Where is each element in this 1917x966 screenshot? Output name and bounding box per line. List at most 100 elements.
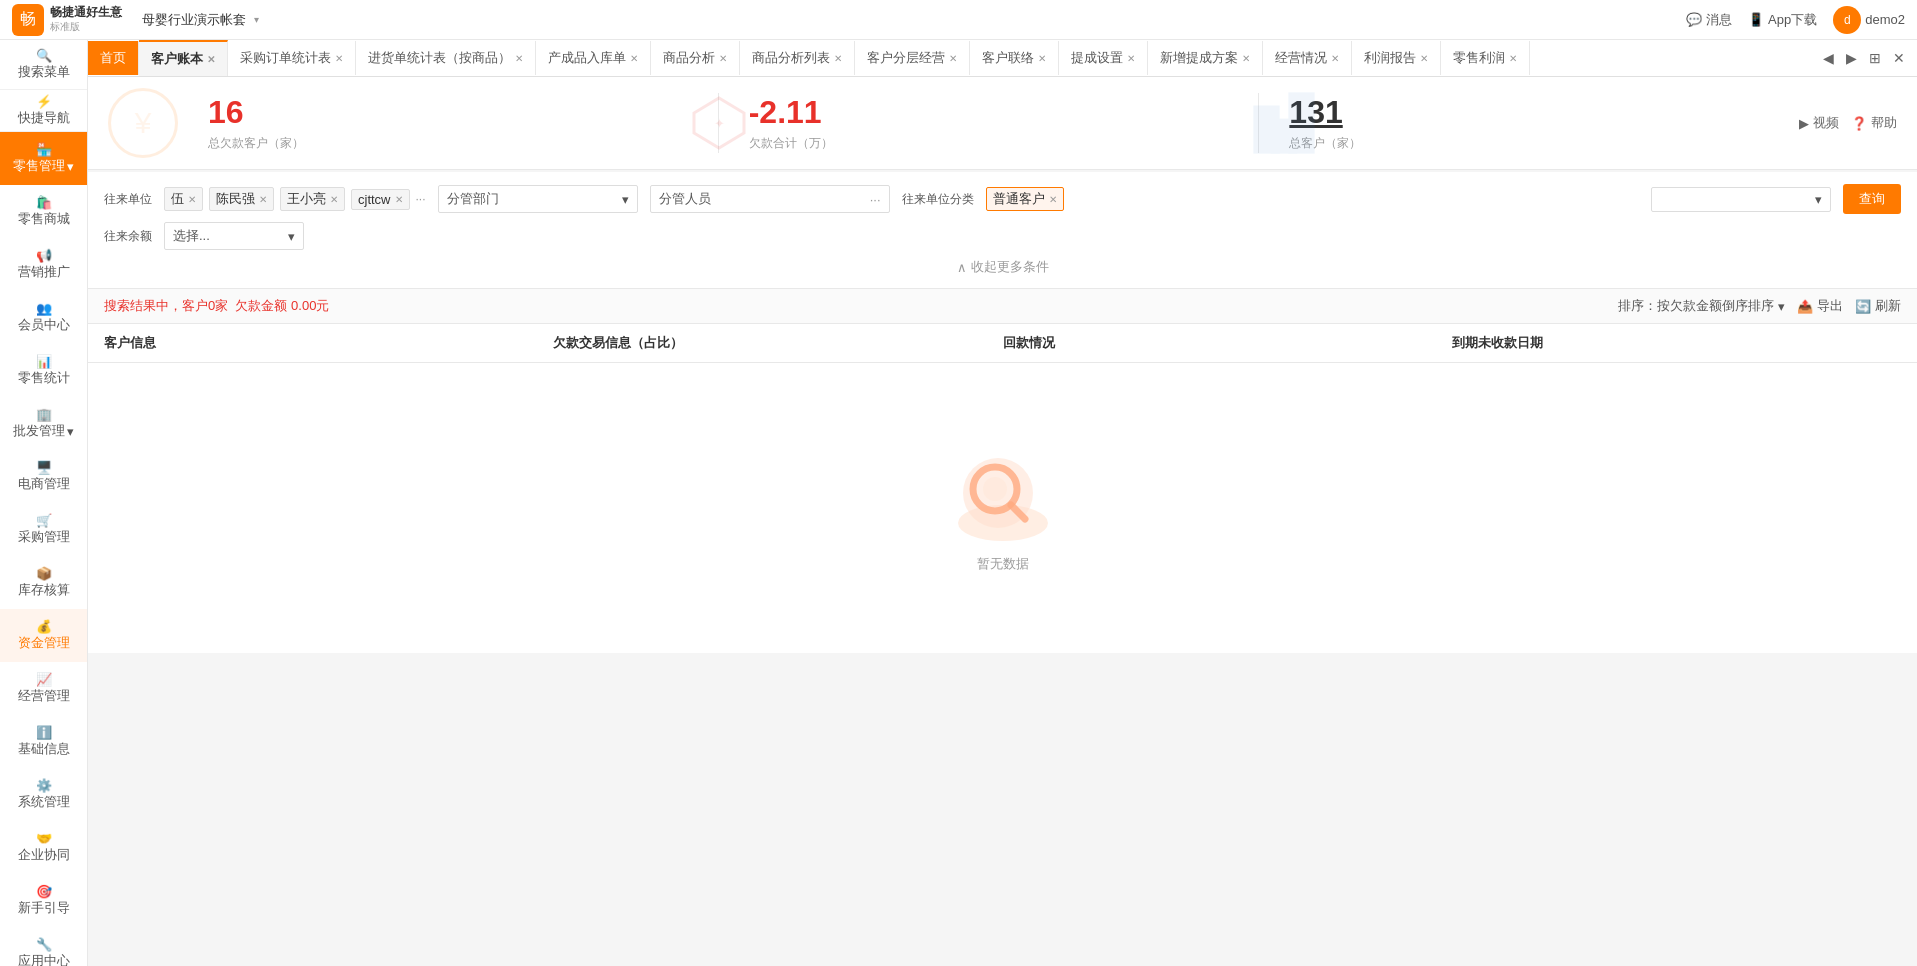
tab-customer-balance-close[interactable]: ✕: [207, 54, 215, 65]
tab-segment-close[interactable]: ✕: [949, 53, 957, 64]
category-dropdown[interactable]: ▾: [1651, 187, 1831, 212]
sort-select[interactable]: 排序：按欠款金额倒序排序 ▾: [1618, 297, 1785, 315]
tab-promotion-close[interactable]: ✕: [1127, 53, 1135, 64]
refresh-icon: 🔄: [1855, 299, 1871, 314]
account-dropdown-arrow[interactable]: ▾: [254, 14, 259, 25]
unit-tag-wu-close[interactable]: ✕: [188, 194, 196, 205]
tab-product-analysis-close[interactable]: ✕: [719, 53, 727, 64]
tab-add-promo-close[interactable]: ✕: [1242, 53, 1250, 64]
sidebar-item-member-center[interactable]: 👥 会员中心: [0, 291, 87, 344]
user-label: demo2: [1865, 12, 1905, 27]
tab-business-close[interactable]: ✕: [1331, 53, 1339, 64]
tab-purchase-order-label: 采购订单统计表: [240, 49, 331, 67]
unit-tag-wu: 伍 ✕: [164, 187, 203, 211]
tab-business[interactable]: 经营情况 ✕: [1263, 41, 1352, 75]
sidebar-item-capital-mgmt[interactable]: 💰 资金管理: [0, 609, 87, 662]
tab-promotion-settings-label: 提成设置: [1071, 49, 1123, 67]
category-tag-close[interactable]: ✕: [1049, 194, 1057, 205]
tab-customer-balance[interactable]: 客户账本 ✕: [139, 40, 228, 76]
unit-tag-cj-close[interactable]: ✕: [395, 194, 403, 205]
person-filter-select[interactable]: 分管人员 ···: [650, 185, 890, 213]
operations-icon: 📈: [4, 672, 83, 687]
sidebar-item-retail-mall[interactable]: 🛍️ 零售商城: [0, 185, 87, 238]
sidebar-item-marketing-label: 营销推广: [4, 263, 83, 281]
sidebar-item-new-guide[interactable]: 🎯 新手引导: [0, 874, 87, 927]
tab-bar: 首页 客户账本 ✕ 采购订单统计表 ✕ 进货单统计表（按商品） ✕ 产成品入库单…: [88, 40, 1917, 77]
tab-close-all[interactable]: ✕: [1889, 48, 1909, 68]
tab-more[interactable]: ⊞: [1865, 48, 1885, 68]
unit-tag-more[interactable]: ···: [416, 192, 426, 206]
tab-promotion-settings[interactable]: 提成设置 ✕: [1059, 41, 1148, 75]
tab-inbound-stats[interactable]: 进货单统计表（按商品） ✕: [356, 41, 536, 75]
tab-home[interactable]: 首页: [88, 41, 139, 75]
sidebar-item-enterprise[interactable]: 🤝 企业协同: [0, 821, 87, 874]
content-area: 首页 客户账本 ✕ 采购订单统计表 ✕ 进货单统计表（按商品） ✕ 产成品入库单…: [88, 40, 1917, 966]
results-info: 搜索结果中，客户0家 欠款金额 0.00元: [104, 297, 329, 315]
tab-contact-close[interactable]: ✕: [1038, 53, 1046, 64]
sidebar-item-wholesale-arrow: ▾: [67, 424, 74, 439]
tab-production-close[interactable]: ✕: [630, 53, 638, 64]
tab-customer-segment[interactable]: 客户分层经营 ✕: [855, 41, 970, 75]
category-filter-tags: 普通客户 ✕: [986, 187, 1064, 211]
tab-purchase-order-close[interactable]: ✕: [335, 53, 343, 64]
tab-product-list-close[interactable]: ✕: [834, 53, 842, 64]
unit-filter-label: 往来单位: [104, 191, 152, 208]
sidebar-item-retail-mgmt[interactable]: 🏪 零售管理 ▾: [0, 132, 87, 185]
sidebar-item-purchase-mgmt[interactable]: 🛒 采购管理: [0, 503, 87, 556]
sidebar-item-ecommerce[interactable]: 🖥️ 电商管理: [0, 450, 87, 503]
sidebar-item-operations[interactable]: 📈 经营管理: [0, 662, 87, 715]
app-download-btn[interactable]: 📱 App下载: [1748, 11, 1817, 29]
tab-customer-contact[interactable]: 客户联络 ✕: [970, 41, 1059, 75]
sidebar-item-basic-info[interactable]: ℹ️ 基础信息: [0, 715, 87, 768]
sidebar-item-retail-mgmt-arrow: ▾: [67, 159, 74, 174]
tab-product-analysis-list[interactable]: 商品分析列表 ✕: [740, 41, 855, 75]
tab-retail-profit-close[interactable]: ✕: [1509, 53, 1517, 64]
tab-add-promotion[interactable]: 新增提成方案 ✕: [1148, 41, 1263, 75]
page-content: ¥ 16 总欠款客户（家） ✦ -2.11 欠款合计: [88, 77, 1917, 966]
tab-scroll-left[interactable]: ◀: [1819, 48, 1838, 68]
new-guide-icon: 🎯: [4, 884, 83, 899]
message-label: 消息: [1706, 11, 1732, 29]
dept-filter-select[interactable]: 分管部门 ▾: [438, 185, 638, 213]
ecommerce-icon: 🖥️: [4, 460, 83, 475]
person-filter-dots[interactable]: ···: [870, 192, 881, 207]
sidebar-search[interactable]: 🔍 搜索菜单: [0, 40, 87, 90]
collapse-btn[interactable]: ∧ 收起更多条件: [104, 258, 1901, 276]
balance-filter-select[interactable]: 选择... ▾: [164, 222, 304, 250]
video-btn[interactable]: ▶ 视频: [1799, 114, 1839, 132]
sidebar-item-retail-stats[interactable]: 📊 零售统计: [0, 344, 87, 397]
collapse-up-icon: ∧: [957, 260, 967, 275]
tab-retail-profit[interactable]: 零售利润 ✕: [1441, 41, 1530, 75]
sidebar-quick-nav-label: 快捷导航: [0, 109, 87, 127]
help-btn[interactable]: ❓ 帮助: [1851, 114, 1897, 132]
sidebar-quick-nav[interactable]: ⚡ 快捷导航: [0, 90, 87, 132]
sidebar-item-marketing[interactable]: 📢 营销推广: [0, 238, 87, 291]
data-table: 客户信息 欠款交易信息（占比） 回款情况 到期未收款日期: [88, 324, 1917, 653]
sidebar-item-app-center[interactable]: 🔧 应用中心: [0, 927, 87, 966]
collapse-row: ∧ 收起更多条件: [104, 258, 1901, 276]
tab-purchase-order[interactable]: 采购订单统计表 ✕: [228, 41, 356, 75]
tab-profit-report[interactable]: 利润报告 ✕: [1352, 41, 1441, 75]
sidebar-item-wholesale-mgmt[interactable]: 🏢 批发管理 ▾: [0, 397, 87, 450]
sidebar-item-inventory[interactable]: 📦 库存核算: [0, 556, 87, 609]
tab-business-label: 经营情况: [1275, 49, 1327, 67]
tab-scroll-right[interactable]: ▶: [1842, 48, 1861, 68]
tab-profit-close[interactable]: ✕: [1420, 53, 1428, 64]
sidebar-item-ecommerce-label: 电商管理: [4, 475, 83, 493]
refresh-btn[interactable]: 🔄 刷新: [1855, 297, 1901, 315]
balance-filter-label: 往来余额: [104, 228, 152, 245]
tab-inbound-stats-close[interactable]: ✕: [515, 53, 523, 64]
message-btn[interactable]: 💬 消息: [1686, 11, 1732, 29]
unit-tag-chen-close[interactable]: ✕: [259, 194, 267, 205]
tab-product-analysis[interactable]: 商品分析 ✕: [651, 41, 740, 75]
tab-profit-report-label: 利润报告: [1364, 49, 1416, 67]
sidebar-item-system-mgmt[interactable]: ⚙️ 系统管理: [0, 768, 87, 821]
user-menu[interactable]: d demo2: [1833, 6, 1905, 34]
results-actions: 排序：按欠款金额倒序排序 ▾ 📤 导出 🔄 刷新: [1618, 297, 1901, 315]
tab-production-inbound[interactable]: 产成品入库单 ✕: [536, 41, 651, 75]
export-label: 导出: [1817, 297, 1843, 315]
unit-tag-wang-close[interactable]: ✕: [330, 194, 338, 205]
query-btn[interactable]: 查询: [1843, 184, 1901, 214]
table-empty: 暂无数据: [88, 363, 1917, 653]
export-btn[interactable]: 📤 导出: [1797, 297, 1843, 315]
